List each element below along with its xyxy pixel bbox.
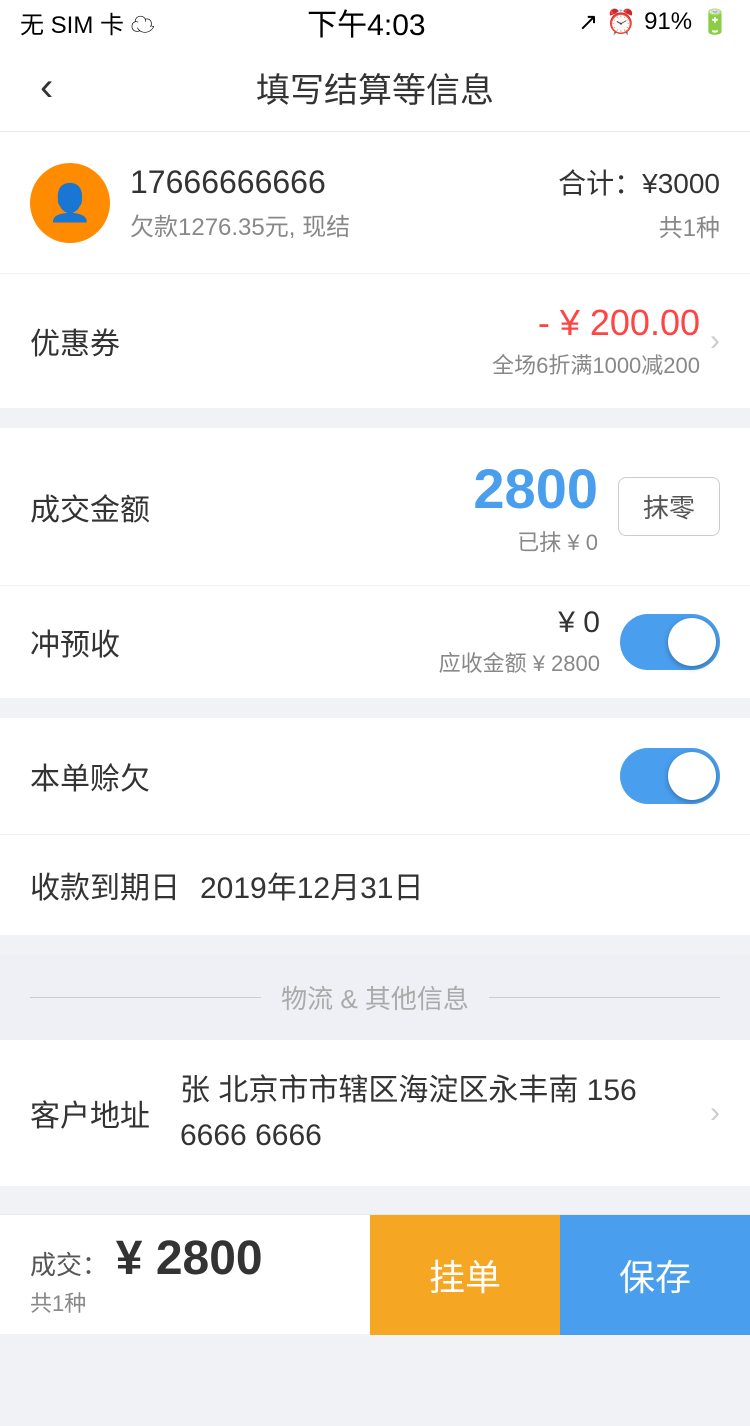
address-row[interactable]: 客户地址 张 北京市市辖区海淀区永丰南 156 6666 6666 › <box>0 1040 750 1186</box>
coupon-amount: - ¥ 200.00 <box>492 302 700 344</box>
address-chevron-icon: › <box>710 1096 720 1130</box>
status-left: 无 SIM 卡 ☁ <box>20 5 155 40</box>
credit-toggle[interactable] <box>620 748 720 804</box>
due-date-row: 收款到期日 2019年12月31日 <box>0 834 750 935</box>
prepay-toggle[interactable] <box>620 614 720 670</box>
prepay-toggle-knob <box>668 618 716 666</box>
section-divider-2 <box>0 698 750 718</box>
avatar-icon: 👤 <box>48 182 93 224</box>
logistics-line-right <box>489 997 720 998</box>
deal-amount-label: 成交金额 <box>30 485 150 529</box>
logistics-title: 物流 & 其他信息 <box>281 979 469 1016</box>
status-time: 下午4:03 <box>307 0 425 44</box>
sim-status: 无 SIM 卡 ☁ <box>20 5 155 40</box>
customer-count: 共1种 <box>558 208 720 243</box>
save-button[interactable]: 保存 <box>560 1215 750 1335</box>
deal-amount-value: 2800 <box>473 456 598 521</box>
hang-button[interactable]: 挂单 <box>370 1215 560 1335</box>
address-label: 客户地址 <box>30 1091 150 1135</box>
footer: 成交： ¥ 2800 共1种 挂单 保存 <box>0 1214 750 1334</box>
logistics-header: 物流 & 其他信息 <box>0 955 750 1040</box>
section-divider-1 <box>0 408 750 428</box>
prepay-amount: ¥ 0 <box>439 606 600 640</box>
logistics-line-left <box>30 997 261 998</box>
footer-total-amount: ¥ 2800 <box>116 1232 263 1285</box>
due-date-label: 收款到期日 <box>30 863 180 907</box>
footer-count: 共1种 <box>30 1286 340 1318</box>
page-title: 填写结算等信息 <box>256 63 494 112</box>
coupon-label: 优惠券 <box>30 319 120 363</box>
address-value: 张 北京市市辖区海淀区永丰南 156 6666 6666 <box>180 1068 710 1158</box>
deal-amount-sub: 已抹 ¥ 0 <box>473 525 598 557</box>
customer-card: 👤 17666666666 欠款1276.35元, 现结 合计：¥3000 共1… <box>0 132 750 273</box>
avatar: 👤 <box>30 163 110 243</box>
battery-level: 91% <box>644 8 692 36</box>
section-divider-3 <box>0 935 750 955</box>
credit-toggle-knob <box>668 752 716 800</box>
due-date-value: 2019年12月31日 <box>200 863 423 907</box>
nav-bar: ‹ 填写结算等信息 <box>0 44 750 132</box>
round-off-button[interactable]: 抹零 <box>618 477 720 536</box>
credit-label: 本单赊欠 <box>30 754 150 798</box>
coupon-chevron-icon: › <box>710 324 720 358</box>
footer-total-label: 成交： <box>30 1250 108 1280</box>
prepay-label: 冲预收 <box>30 620 120 664</box>
status-bar: 无 SIM 卡 ☁ 下午4:03 ↗ ⏰ 91% 🔋 <box>0 0 750 44</box>
coupon-desc: 全场6折满1000减200 <box>492 348 700 380</box>
footer-info: 成交： ¥ 2800 共1种 <box>0 1231 370 1318</box>
prepay-row: 冲预收 ¥ 0 应收金额 ¥ 2800 <box>0 585 750 698</box>
credit-row: 本单赊欠 <box>0 718 750 834</box>
customer-debt: 欠款1276.35元, 现结 <box>130 207 350 242</box>
location-icon: ↗ <box>578 8 598 37</box>
coupon-row[interactable]: 优惠券 - ¥ 200.00 全场6折满1000减200 › <box>0 273 750 408</box>
back-button[interactable]: ‹ <box>30 55 63 120</box>
deal-amount-section: 成交金额 2800 已抹 ¥ 0 抹零 冲预收 ¥ 0 应收金额 ¥ 2800 <box>0 428 750 698</box>
status-right: ↗ ⏰ 91% 🔋 <box>578 8 730 37</box>
battery-icon: 🔋 <box>700 8 730 37</box>
alarm-icon: ⏰ <box>606 8 636 37</box>
customer-phone: 17666666666 <box>130 164 350 201</box>
deal-amount-row: 成交金额 2800 已抹 ¥ 0 抹零 <box>0 428 750 585</box>
prepay-receivable: 应收金额 ¥ 2800 <box>439 646 600 678</box>
customer-total: 合计：¥3000 <box>558 162 720 202</box>
